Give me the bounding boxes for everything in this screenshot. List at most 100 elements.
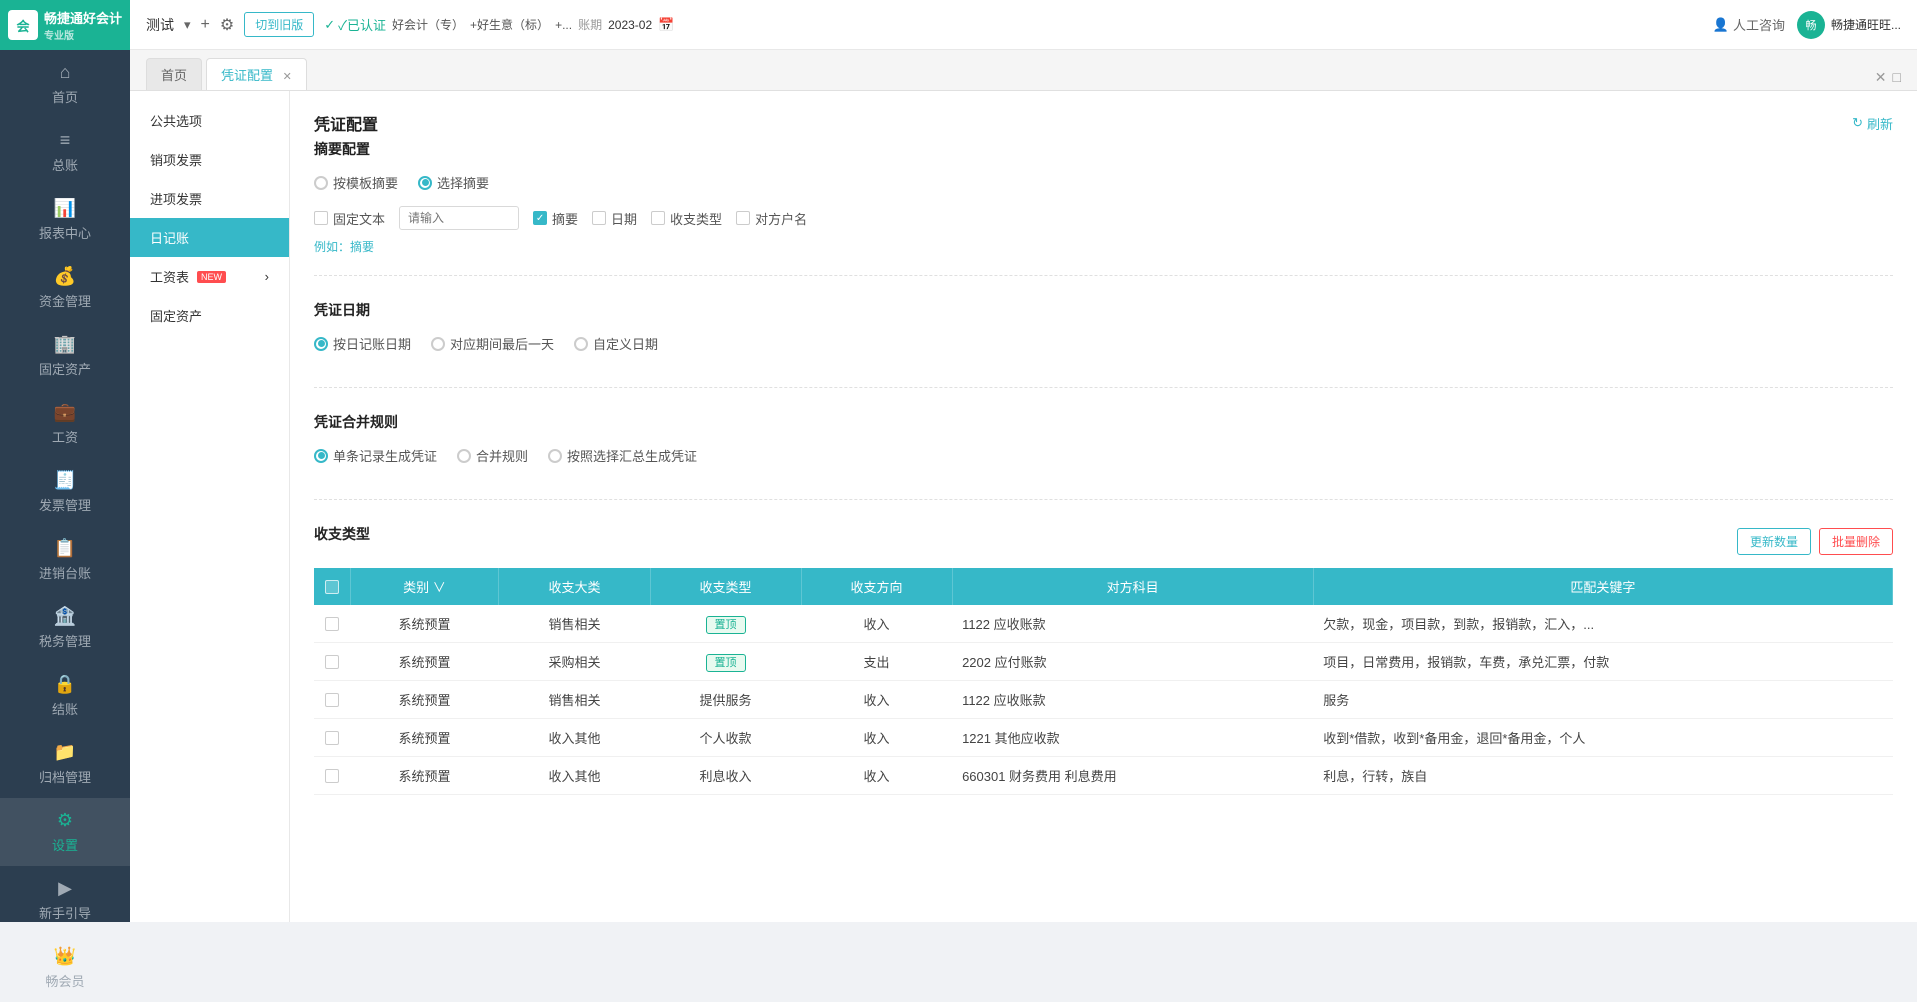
th-select-all[interactable]	[314, 568, 350, 605]
check-summary[interactable]: ✓ 摘要	[533, 209, 578, 228]
cell-account: 2202 应付账款	[952, 643, 1313, 681]
radio-merge	[457, 449, 471, 463]
cell-direction: 收入	[801, 719, 952, 757]
sidebar-item-label: 资金管理	[39, 291, 91, 310]
product-tag2: +好生意（标）	[470, 16, 549, 33]
window-maximize-icon[interactable]: □	[1893, 69, 1901, 86]
row-checkbox-cell[interactable]	[314, 605, 350, 643]
add-button[interactable]: +	[201, 16, 210, 34]
tab-home[interactable]: 首页	[146, 58, 202, 90]
summary-checkbox-row: 固定文本 ✓ 摘要 日期 收支类型	[314, 206, 1893, 230]
cell-category: 系统预置	[350, 605, 499, 643]
th-major: 收支大类	[499, 568, 650, 605]
merge-option-merge[interactable]: 合并规则	[457, 446, 528, 465]
sidebar-item-label: 新手引导	[39, 903, 91, 922]
company-dropdown[interactable]: ▾	[184, 17, 191, 33]
menu-item-diary[interactable]: 日记账	[130, 218, 289, 257]
row-checkbox[interactable]	[325, 769, 339, 783]
menu-item-payroll[interactable]: 工资表 NEW ›	[130, 257, 289, 296]
sidebar-item-member[interactable]: 👑 畅会员	[0, 934, 130, 1002]
menu-item-sales-invoice[interactable]: 销项发票	[130, 140, 289, 179]
sidebar-item-settings[interactable]: ⚙ 设置	[0, 798, 130, 866]
topbar-tags: ✓ ✓已认证 好会计（专） +好生意（标） +... 账期 2023-02 📅	[324, 15, 1703, 34]
check-counterparty[interactable]: 对方户名	[736, 209, 807, 228]
merge-option-single[interactable]: 单条记录生成凭证	[314, 446, 437, 465]
cell-type: 利息收入	[650, 757, 801, 795]
menu-item-public[interactable]: 公共选项	[130, 101, 289, 140]
date-section: 凭证日期 按日记账日期 对应期间最后一天 自定义日期	[314, 300, 1893, 388]
service-button[interactable]: 👤 人工咨询	[1713, 15, 1785, 34]
window-close-icon[interactable]: ✕	[1875, 69, 1887, 86]
row-checkbox[interactable]	[325, 693, 339, 707]
cell-keywords: 利息，行转，族自	[1313, 757, 1892, 795]
check-fixed-text[interactable]: 固定文本	[314, 209, 385, 228]
sidebar-item-close[interactable]: 🔒 结账	[0, 662, 130, 730]
select-all-checkbox[interactable]	[325, 580, 339, 594]
sidebar-item-ledger[interactable]: ≡ 总账	[0, 118, 130, 186]
radio-single	[314, 449, 328, 463]
date-option-custom[interactable]: 自定义日期	[574, 334, 658, 353]
cell-major: 收入其他	[499, 719, 650, 757]
sidebar-item-purchase[interactable]: 📋 进销台账	[0, 526, 130, 594]
refresh-icon: ↻	[1852, 115, 1863, 131]
calendar-icon[interactable]: 📅	[658, 17, 674, 33]
company-name: 测试	[146, 15, 174, 35]
th-account: 对方科目	[952, 568, 1313, 605]
table-row: 系统预置 销售相关 提供服务 收入 1122 应收账款 服务	[314, 681, 1893, 719]
cell-category: 系统预置	[350, 719, 499, 757]
row-checkbox[interactable]	[325, 655, 339, 669]
username: 畅捷通旺旺...	[1831, 16, 1901, 33]
row-checkbox[interactable]	[325, 731, 339, 745]
cell-type: 置顶	[650, 605, 801, 643]
row-checkbox-cell[interactable]	[314, 643, 350, 681]
cash-icon: 💰	[54, 266, 76, 287]
menu-item-purchase-invoice[interactable]: 进项发票	[130, 179, 289, 218]
menu-item-fixed-assets[interactable]: 固定资产	[130, 296, 289, 335]
check-payment-type[interactable]: 收支类型	[651, 209, 722, 228]
date-option-last[interactable]: 对应期间最后一天	[431, 334, 554, 353]
radio-last-day	[431, 337, 445, 351]
certified-tag: ✓ ✓已认证	[324, 15, 386, 34]
user-menu[interactable]: 畅 畅捷通旺旺...	[1797, 11, 1901, 39]
batch-delete-button[interactable]: 批量删除	[1819, 528, 1893, 555]
guide-icon: ▶	[58, 878, 72, 899]
tab-close-icon[interactable]: ✕	[283, 71, 292, 83]
top-tag[interactable]: 置顶	[706, 616, 746, 634]
main-area: 测试 ▾ + ⚙ 切到旧版 ✓ ✓已认证 好会计（专） +好生意（标） +...…	[130, 0, 1917, 922]
sidebar-item-guide[interactable]: ▶ 新手引导	[0, 866, 130, 934]
sidebar-item-report[interactable]: 📊 报表中心	[0, 186, 130, 254]
cell-account: 1122 应收账款	[952, 681, 1313, 719]
fixed-text-input[interactable]	[399, 206, 519, 230]
sidebar-item-assets[interactable]: 🏢 固定资产	[0, 322, 130, 390]
sidebar-item-archive[interactable]: 📁 归档管理	[0, 730, 130, 798]
row-checkbox-cell[interactable]	[314, 757, 350, 795]
check-date[interactable]: 日期	[592, 209, 637, 228]
sidebar-item-invoice[interactable]: 🧾 发票管理	[0, 458, 130, 526]
table-row: 系统预置 收入其他 个人收款 收入 1221 其他应收款 收到*借款，收到*备用…	[314, 719, 1893, 757]
cell-type: 个人收款	[650, 719, 801, 757]
switch-version-button[interactable]: 切到旧版	[244, 12, 314, 37]
sidebar-item-tax[interactable]: 🏦 税务管理	[0, 594, 130, 662]
merge-option-total[interactable]: 按照选择汇总生成凭证	[548, 446, 697, 465]
th-direction: 收支方向	[801, 568, 952, 605]
sidebar-item-home[interactable]: ⌂ 首页	[0, 50, 130, 118]
refresh-button[interactable]: ↻ 刷新	[1852, 114, 1893, 133]
update-count-button[interactable]: 更新数量	[1737, 528, 1811, 555]
summary-option-template[interactable]: 按模板摘要	[314, 173, 398, 192]
summary-option-select[interactable]: 选择摘要	[418, 173, 489, 192]
row-checkbox[interactable]	[325, 617, 339, 631]
cell-keywords: 欠款，现金，项目款，到款，报销款，汇入，...	[1313, 605, 1892, 643]
checkbox-summary: ✓	[533, 211, 547, 225]
sidebar-item-salary[interactable]: 💼 工资	[0, 390, 130, 458]
sidebar-item-cash[interactable]: 💰 资金管理	[0, 254, 130, 322]
assets-icon: 🏢	[54, 334, 76, 355]
table-row: 系统预置 采购相关 置顶 支出 2202 应付账款 项目，日常费用，报销款，车费…	[314, 643, 1893, 681]
settings-button[interactable]: ⚙	[220, 15, 234, 35]
row-checkbox-cell[interactable]	[314, 681, 350, 719]
cell-major: 销售相关	[499, 681, 650, 719]
cell-category: 系统预置	[350, 757, 499, 795]
tab-voucher-config[interactable]: 凭证配置 ✕	[206, 58, 307, 90]
date-option-diary[interactable]: 按日记账日期	[314, 334, 411, 353]
row-checkbox-cell[interactable]	[314, 719, 350, 757]
top-tag[interactable]: 置顶	[706, 654, 746, 672]
